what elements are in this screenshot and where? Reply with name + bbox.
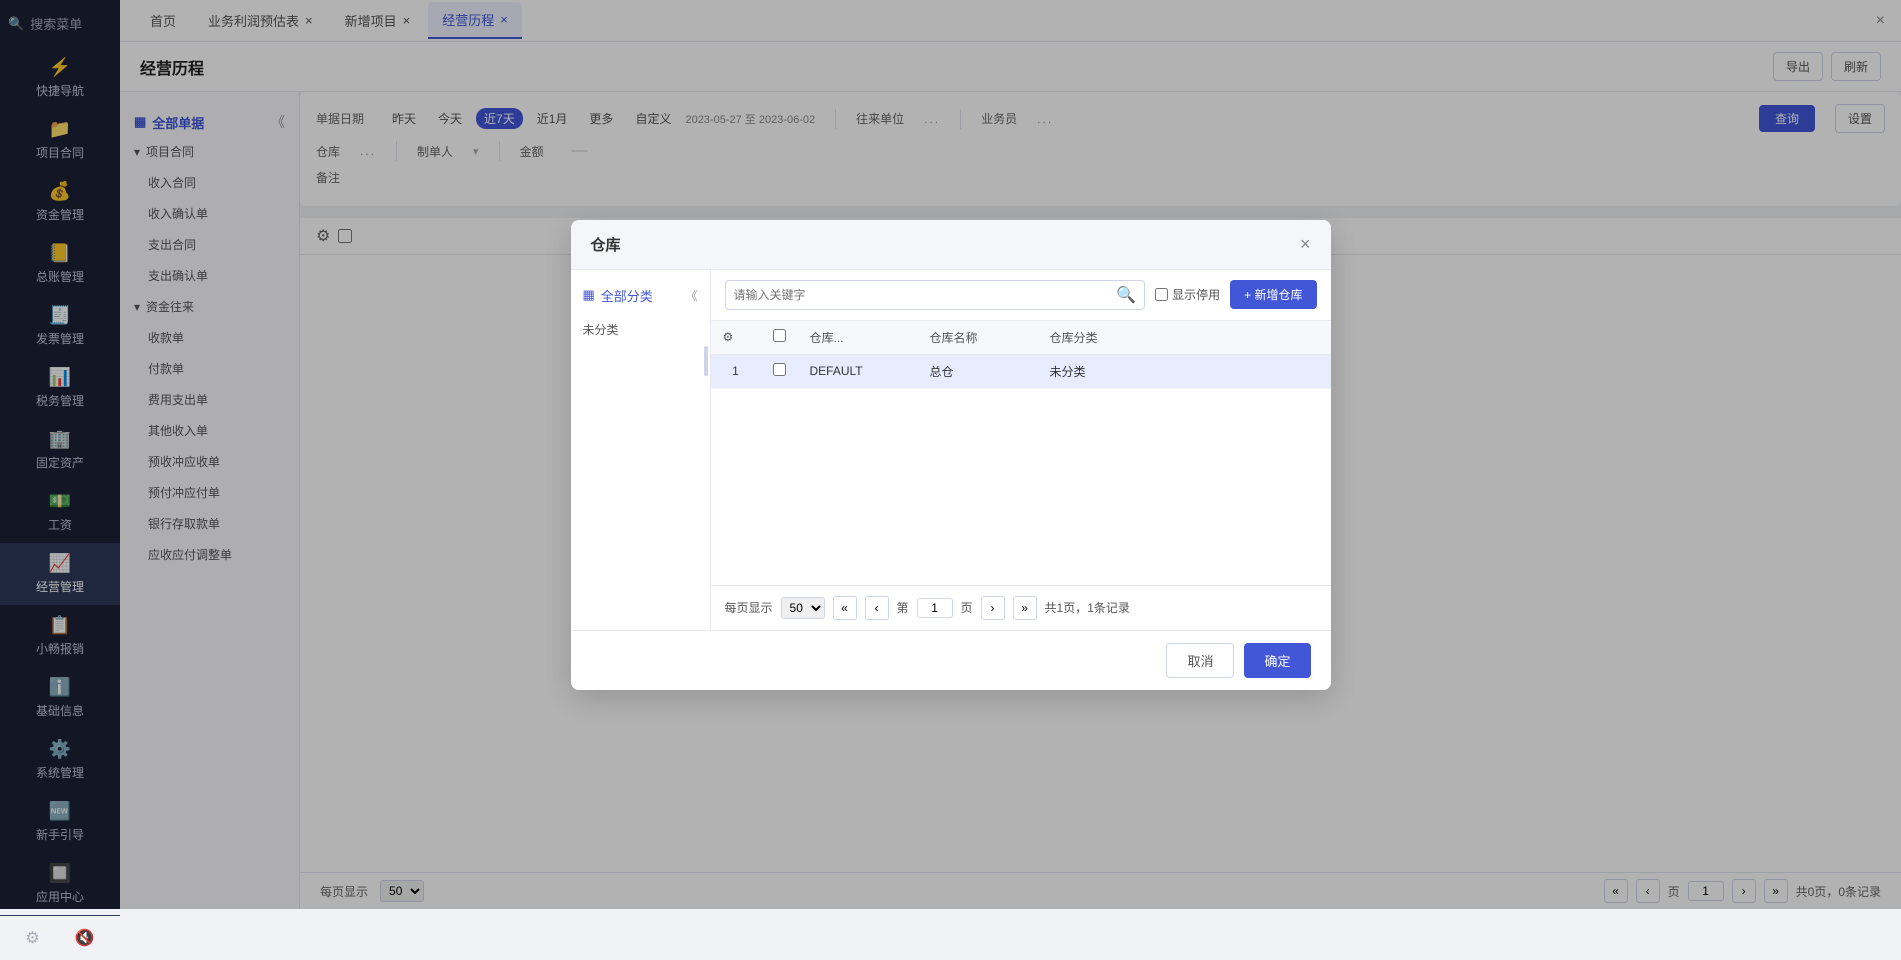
modal-pagination: 每页显示 50 « ‹ 第 页 › » 共1页，1条记录 [711,585,1331,630]
col-name-header: 仓库名称 [918,321,1038,355]
modal-search-icon[interactable]: 🔍 [1116,285,1136,305]
modal-search-box: 🔍 [725,280,1146,310]
add-warehouse-button[interactable]: + 新增仓库 [1230,280,1316,309]
table-row[interactable]: 1 DEFAULT 总仓 未分类 [711,354,1331,388]
pagination-prev-btn[interactable]: ‹ [865,596,889,620]
pagination-page-suffix: 页 [961,599,973,616]
pagination-first-btn[interactable]: « [833,596,857,620]
row-check[interactable] [761,354,798,388]
row-name: 总仓 [918,354,1038,388]
row-seq: 1 [711,354,761,388]
uncategorized-item[interactable]: 未分类 [571,313,710,346]
show-disabled-label[interactable]: 显示停用 [1155,286,1220,303]
cancel-button[interactable]: 取消 [1166,643,1234,678]
warehouse-modal: 仓库 × ▦ 全部分类 《 未分类 [571,220,1331,690]
confirm-button[interactable]: 确定 [1244,643,1310,678]
volume-icon[interactable]: 🔇 [75,928,95,948]
modal-left-panel: ▦ 全部分类 《 未分类 [571,270,711,630]
settings-icon[interactable]: ⚙ [25,928,39,948]
pagination-page-label: 第 [897,599,909,616]
modal-overlay: 仓库 × ▦ 全部分类 《 未分类 [0,0,1901,909]
col-settings: ⚙ [711,321,761,355]
col-checkbox-header [761,321,798,355]
col-code-header: 仓库... [798,321,918,355]
all-category-label: 全部分类 [601,286,653,305]
pagination-page-input[interactable] [917,598,953,618]
show-disabled-checkbox[interactable] [1155,288,1168,301]
pagination-total-info: 共1页，1条记录 [1045,599,1130,616]
modal-body: ▦ 全部分类 《 未分类 🔍 [571,270,1331,630]
modal-right-panel: 🔍 显示停用 + 新增仓库 ⚙ [711,270,1331,630]
grid2-icon: ▦ [583,287,595,303]
modal-toolbar: 🔍 显示停用 + 新增仓库 [711,270,1331,321]
modal-footer: 取消 确定 [571,630,1331,690]
row-code: DEFAULT [798,354,918,388]
modal-header: 仓库 × [571,220,1331,270]
row-category: 未分类 [1038,354,1331,388]
all-category-header[interactable]: ▦ 全部分类 《 [571,278,710,313]
modal-table-container: ⚙ 仓库... 仓库名称 仓库分类 [711,321,1331,585]
col-cat-header: 仓库分类 [1038,321,1331,355]
table-select-all[interactable] [773,329,786,342]
pagination-next-btn[interactable]: › [981,596,1005,620]
modal-search-input[interactable] [734,288,1111,302]
pagination-last-btn[interactable]: » [1013,596,1037,620]
sidebar-bottom: ⚙ 🔇 [0,915,120,960]
pagination-page-size-select[interactable]: 50 [781,597,825,619]
modal-close-button[interactable]: × [1300,234,1311,255]
col-gear-icon: ⚙ [723,330,734,344]
modal-title: 仓库 [591,234,621,255]
pagination-page-size-label: 每页显示 [725,599,773,616]
left-panel-collapse-button[interactable]: 《 [685,287,697,304]
warehouse-table: ⚙ 仓库... 仓库名称 仓库分类 [711,321,1331,389]
